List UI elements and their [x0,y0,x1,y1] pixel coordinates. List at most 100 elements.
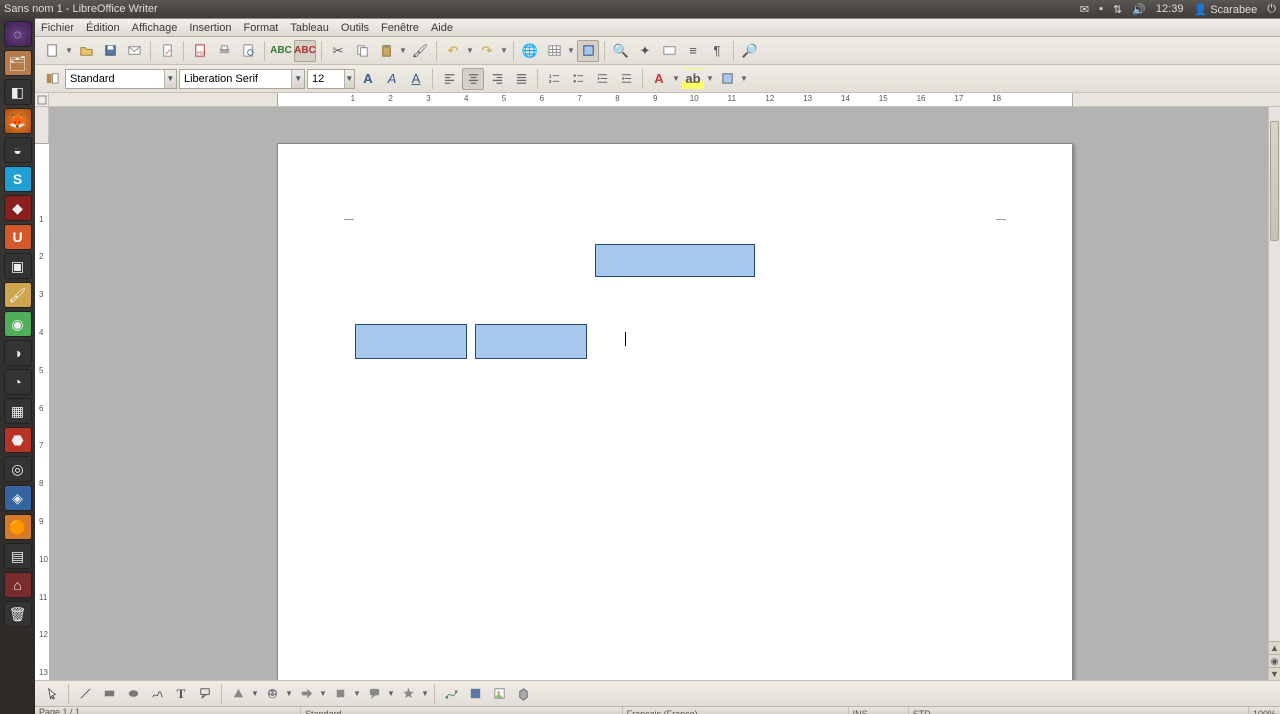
stars-dropdown[interactable]: ▼ [421,689,429,698]
tray-power-icon[interactable]: ⏻ [1267,3,1276,16]
shape-rect-2[interactable] [355,324,467,359]
paragraph-style-combo[interactable]: ▼ [65,69,177,89]
launcher-app-10[interactable]: ◎ [4,456,32,482]
shape-rect-3[interactable] [475,324,587,359]
launcher-app-2[interactable]: ◒ [4,137,32,163]
bullets-button[interactable] [567,68,589,90]
launcher-trash[interactable]: 🗑 [4,601,32,627]
menu-outils[interactable]: Outils [341,22,369,34]
bg-color-button[interactable] [716,68,738,90]
copy-button[interactable] [351,40,373,62]
launcher-ubuntuone[interactable]: U [4,224,32,250]
basic-shapes-button[interactable] [227,683,249,705]
basic-shapes-dropdown[interactable]: ▼ [251,689,259,698]
ellipse-tool-button[interactable] [122,683,144,705]
launcher-files[interactable]: 🗂 [4,50,32,76]
line-tool-button[interactable] [74,683,96,705]
font-size-combo[interactable]: ▼ [307,69,355,89]
autospell-button[interactable]: ABC [294,40,316,62]
font-name-combo[interactable]: ▼ [179,69,305,89]
edit-doc-button[interactable] [156,40,178,62]
align-right-button[interactable] [486,68,508,90]
redo-dropdown[interactable]: ▼ [500,46,508,55]
tray-volume-icon[interactable]: 🔊 [1132,3,1146,16]
fontwork-button[interactable] [464,683,486,705]
tray-battery-icon[interactable]: ▪ [1099,3,1103,15]
paste-button[interactable] [375,40,397,62]
menu-insertion[interactable]: Insertion [189,22,231,34]
font-name-input[interactable] [180,73,291,85]
highlight-button[interactable]: ab [682,68,704,90]
tray-user[interactable]: 👤 Scarabee [1193,3,1257,16]
undo-button[interactable]: ↶ [442,40,464,62]
align-center-button[interactable] [462,68,484,90]
symbol-shapes-button[interactable] [261,683,283,705]
select-tool-button[interactable] [41,683,63,705]
datasources-button[interactable]: ≡ [682,40,704,62]
vertical-scrollbar[interactable]: ▲ ◉ ▼ [1268,107,1280,680]
horizontal-ruler[interactable]: 123456789101112131415161718 [49,93,1280,106]
new-doc-dropdown[interactable]: ▼ [65,46,73,55]
show-draw-button[interactable] [577,40,599,62]
launcher-app-7[interactable]: ◔ [4,369,32,395]
launcher-app-9[interactable]: ⬣ [4,427,32,453]
open-button[interactable] [75,40,97,62]
font-size-arrow[interactable]: ▼ [344,70,354,88]
format-paintbrush-button[interactable]: 🖌 [409,40,431,62]
paste-dropdown[interactable]: ▼ [399,46,407,55]
align-justify-button[interactable] [510,68,532,90]
flowchart-dropdown[interactable]: ▼ [353,689,361,698]
email-button[interactable] [123,40,145,62]
text-tool-button[interactable]: T [170,683,192,705]
page-up-button[interactable]: ▲ [1269,641,1280,654]
font-name-arrow[interactable]: ▼ [291,70,304,88]
extrusion-button[interactable] [512,683,534,705]
launcher-dash[interactable]: ◌ [4,21,32,47]
export-pdf-button[interactable]: PDF [189,40,211,62]
font-size-input[interactable] [308,73,344,85]
stars-button[interactable] [397,683,419,705]
nonprinting-button[interactable]: ¶ [706,40,728,62]
cut-button[interactable]: ✂ [327,40,349,62]
launcher-app-4[interactable]: 🖌 [4,282,32,308]
table-button[interactable] [543,40,565,62]
numbering-button[interactable]: 12 [543,68,565,90]
hyperlink-button[interactable]: 🌐 [519,40,541,62]
launcher-app-6[interactable]: ◑ [4,340,32,366]
save-button[interactable] [99,40,121,62]
font-color-button[interactable]: A [648,68,670,90]
freeform-tool-button[interactable] [146,683,168,705]
rect-tool-button[interactable] [98,683,120,705]
block-arrows-dropdown[interactable]: ▼ [319,689,327,698]
bg-color-dropdown[interactable]: ▼ [740,74,748,83]
menu-fichier[interactable]: Fichier [41,22,74,34]
italic-button[interactable]: A [381,68,403,90]
callouts-dropdown[interactable]: ▼ [387,689,395,698]
page[interactable] [277,143,1073,680]
align-left-button[interactable] [438,68,460,90]
paragraph-style-input[interactable] [66,73,164,85]
font-color-dropdown[interactable]: ▼ [672,74,680,83]
launcher-firefox[interactable]: 🦊 [4,108,32,134]
page-down-button[interactable]: ▼ [1269,667,1280,680]
menu-affichage[interactable]: Affichage [132,22,178,34]
block-arrows-button[interactable] [295,683,317,705]
undo-dropdown[interactable]: ▼ [466,46,474,55]
launcher-app-14[interactable]: ⌂ [4,572,32,598]
shape-rect-1[interactable] [595,244,755,277]
tray-network-icon[interactable]: ⇅ [1113,3,1122,16]
launcher-app-12[interactable]: 🟠 [4,514,32,540]
new-doc-button[interactable] [41,40,63,62]
bold-button[interactable]: A [357,68,379,90]
launcher-app-8[interactable]: ▦ [4,398,32,424]
menu-aide[interactable]: Aide [431,22,453,34]
menu-fenetre[interactable]: Fenêtre [381,22,419,34]
callout-tool-button[interactable] [194,683,216,705]
callouts-button[interactable] [363,683,385,705]
flowchart-button[interactable] [329,683,351,705]
increase-indent-button[interactable] [591,68,613,90]
launcher-app-1[interactable]: ◧ [4,79,32,105]
styles-button[interactable] [41,68,63,90]
launcher-terminal[interactable]: ▣ [4,253,32,279]
tray-mail-icon[interactable]: ✉ [1080,3,1089,16]
